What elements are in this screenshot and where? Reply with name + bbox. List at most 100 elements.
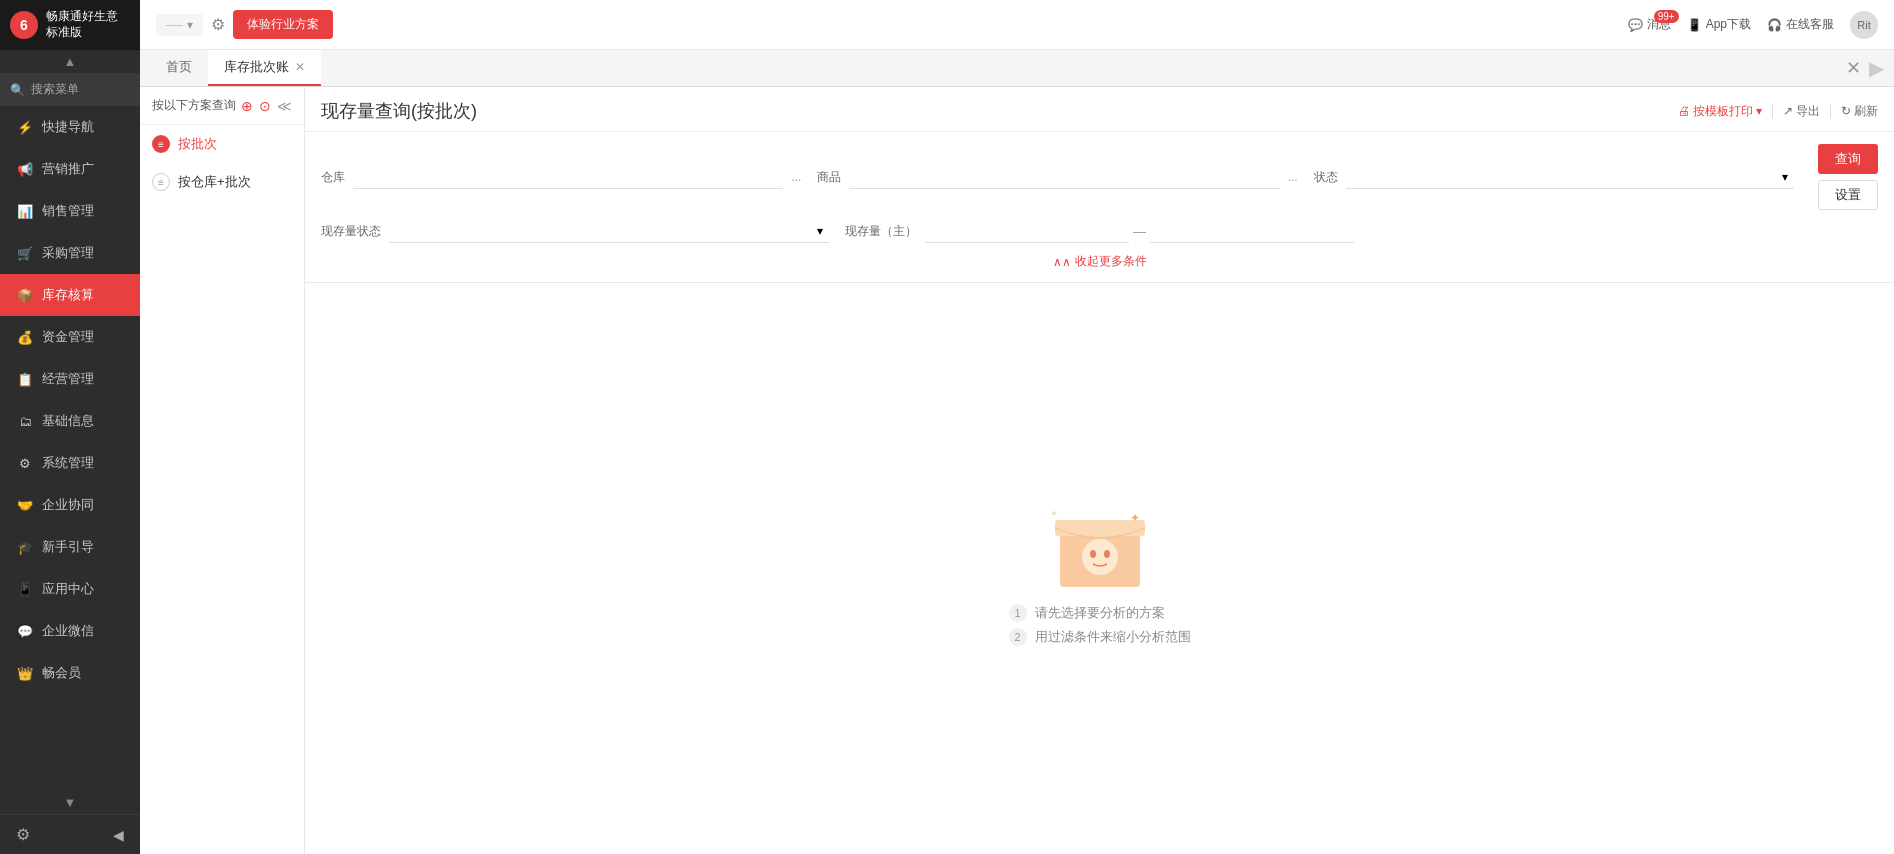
nav-label: 应用中心	[42, 580, 94, 598]
product-input[interactable]	[849, 166, 1279, 189]
page-header-actions: 🖨 按模板打印 ▾ ↗ 导出 ↻ 刷新	[1678, 103, 1878, 120]
sidebar-item-marketing[interactable]: 📢 营销推广	[0, 148, 140, 190]
sidebar-search-btn[interactable]: 🔍 搜索菜单	[0, 73, 140, 106]
experience-btn[interactable]: 体验行业方案	[233, 10, 333, 39]
tab-inventory-batch[interactable]: 库存批次账 ✕	[208, 50, 321, 86]
topbar-left: ── ▾ ⚙ 体验行业方案	[156, 10, 1618, 39]
svg-text:✦: ✦	[1130, 511, 1140, 525]
topbar-right: 💬 消息 99+ 📱 App下载 🎧 在线客服 Rit	[1628, 11, 1878, 39]
main-area: ── ▾ ⚙ 体验行业方案 💬 消息 99+ 📱 App下载 🎧 在线客服	[140, 0, 1894, 854]
settings-icon[interactable]: ⚙	[16, 825, 30, 844]
search-icon: 🔍	[10, 83, 25, 97]
inventory-icon: 📦	[16, 286, 34, 304]
search-label: 搜索菜单	[31, 81, 79, 98]
enterprise-icon: 🤝	[16, 496, 34, 514]
basics-icon: 🗂	[16, 412, 34, 430]
scheme-panel: 按以下方案查询 ⊕ ⊙ ≪ ≡ 按批次 ≡ 按仓库+批次	[140, 87, 305, 854]
empty-svg: ✦ ✦	[1040, 492, 1160, 592]
scheme-title: 按以下方案查询	[152, 97, 236, 114]
nav-label: 系统管理	[42, 454, 94, 472]
finance-icon: 💰	[16, 328, 34, 346]
tab-home[interactable]: 首页	[150, 50, 208, 86]
refresh-btn[interactable]: ↻ 刷新	[1841, 103, 1878, 120]
app-download-label: App下载	[1706, 16, 1751, 33]
nav-label: 畅会员	[42, 664, 81, 682]
topbar-settings-icon[interactable]: ⚙	[211, 15, 225, 34]
svg-text:✦: ✦	[1050, 508, 1058, 519]
sidebar-item-app-center[interactable]: 📱 应用中心	[0, 568, 140, 610]
sidebar-item-sales[interactable]: 📊 销售管理	[0, 190, 140, 232]
inventory-qty-from[interactable]	[925, 220, 1129, 243]
sidebar-item-vip[interactable]: 👑 畅会员	[0, 652, 140, 694]
divider	[1772, 104, 1773, 118]
sidebar-item-enterprise-wechat[interactable]: 💬 企业微信	[0, 610, 140, 652]
print-dropdown-icon[interactable]: ▾	[1756, 104, 1762, 118]
sidebar-item-system[interactable]: ⚙ 系统管理	[0, 442, 140, 484]
collapse-icon: ∧∧	[1053, 255, 1071, 269]
print-template-btn[interactable]: 🖨 按模板打印 ▾	[1678, 103, 1762, 120]
vip-icon: 👑	[16, 664, 34, 682]
notifications-btn[interactable]: 💬 消息 99+	[1628, 16, 1671, 33]
message-icon: 💬	[1628, 18, 1643, 32]
app-download-btn[interactable]: 📱 App下载	[1687, 16, 1751, 33]
empty-state: ✦ ✦ 1 请先选择要分析的方案 2 用过滤条件来缩小分析范围	[305, 283, 1894, 854]
inventory-status-filter-group: 现存量状态 ▾	[321, 220, 829, 243]
filter-actions: 查询 设置	[1818, 144, 1878, 210]
user-menu[interactable]: Rit	[1850, 11, 1878, 39]
sidebar: 6 畅康通好生意 标准版 ▲ 🔍 搜索菜单 ⚡ 快捷导航 📢 营销推广 📊 销售…	[0, 0, 140, 854]
headset-icon: 🎧	[1767, 18, 1782, 32]
inventory-status-select[interactable]: ▾	[389, 220, 829, 243]
online-service-btn[interactable]: 🎧 在线客服	[1767, 16, 1834, 33]
product-more-btn[interactable]: ...	[1288, 170, 1298, 184]
tip-num-2: 2	[1009, 628, 1027, 646]
empty-tip-2: 2 用过滤条件来缩小分析范围	[1009, 628, 1191, 646]
page-title: 现存量查询(按批次)	[321, 99, 477, 123]
status-select[interactable]: ▾	[1346, 166, 1794, 189]
filter-section: 仓库 ... 商品 ... 状态 ▾	[305, 132, 1894, 283]
tab-close-icon[interactable]: ✕	[295, 61, 305, 73]
scroll-down-btn[interactable]: ▼	[0, 791, 140, 814]
sidebar-item-quick-nav[interactable]: ⚡ 快捷导航	[0, 106, 140, 148]
sidebar-item-purchase[interactable]: 🛒 采购管理	[0, 232, 140, 274]
dropdown-icon[interactable]: ▾	[187, 18, 193, 32]
sidebar-item-operations[interactable]: 📋 经营管理	[0, 358, 140, 400]
panel-close-btn[interactable]: ✕	[1838, 57, 1869, 79]
app-edition: 标准版	[46, 25, 118, 41]
tab-inventory-batch-label: 库存批次账	[224, 58, 289, 76]
divider2	[1830, 104, 1831, 118]
warehouse-more-btn[interactable]: ...	[791, 170, 801, 184]
sidebar-item-newbie[interactable]: 🎓 新手引导	[0, 526, 140, 568]
nav-label: 快捷导航	[42, 118, 94, 136]
scheme-header-actions: ⊕ ⊙ ≪	[241, 98, 292, 114]
status-dropdown-icon: ▾	[1782, 170, 1788, 184]
sales-icon: 📊	[16, 202, 34, 220]
scheme-item-by-batch[interactable]: ≡ 按批次	[140, 125, 304, 163]
warehouse-input[interactable]	[353, 166, 783, 189]
sidebar-item-inventory[interactable]: 📦 库存核算	[0, 274, 140, 316]
sidebar-item-finance[interactable]: 💰 资金管理	[0, 316, 140, 358]
sidebar-item-basics[interactable]: 🗂 基础信息	[0, 400, 140, 442]
collapse-sidebar-icon[interactable]: ◀	[113, 827, 124, 843]
scheme-settings-btn[interactable]: ⊙	[259, 98, 271, 114]
collapse-scheme-icon[interactable]: ≪	[277, 98, 292, 114]
collapse-btn[interactable]: ∧∧ 收起更多条件	[1053, 253, 1147, 270]
scroll-up-btn[interactable]: ▲	[0, 50, 140, 73]
add-scheme-btn[interactable]: ⊕	[241, 98, 253, 114]
inventory-status-dropdown-icon: ▾	[817, 224, 823, 238]
svg-point-4	[1104, 550, 1110, 558]
panel-expand-icon[interactable]: ▶	[1869, 56, 1884, 80]
nav-label: 资金管理	[42, 328, 94, 346]
query-btn[interactable]: 查询	[1818, 144, 1878, 174]
notification-badge: 99+	[1654, 10, 1679, 23]
filter-row-1: 仓库 ... 商品 ... 状态 ▾	[321, 144, 1878, 210]
settings-btn[interactable]: 设置	[1818, 180, 1878, 210]
inventory-qty-to[interactable]	[1150, 220, 1354, 243]
export-btn[interactable]: ↗ 导出	[1783, 103, 1820, 120]
scheme-item-by-warehouse-batch[interactable]: ≡ 按仓库+批次	[140, 163, 304, 201]
tab-home-label: 首页	[166, 58, 192, 76]
sidebar-item-enterprise[interactable]: 🤝 企业协同	[0, 484, 140, 526]
scheme-inactive-icon: ≡	[152, 173, 170, 191]
app-center-icon: 📱	[16, 580, 34, 598]
inventory-status-label: 现存量状态	[321, 223, 381, 240]
content-area: 按以下方案查询 ⊕ ⊙ ≪ ≡ 按批次 ≡ 按仓库+批次	[140, 87, 1894, 854]
